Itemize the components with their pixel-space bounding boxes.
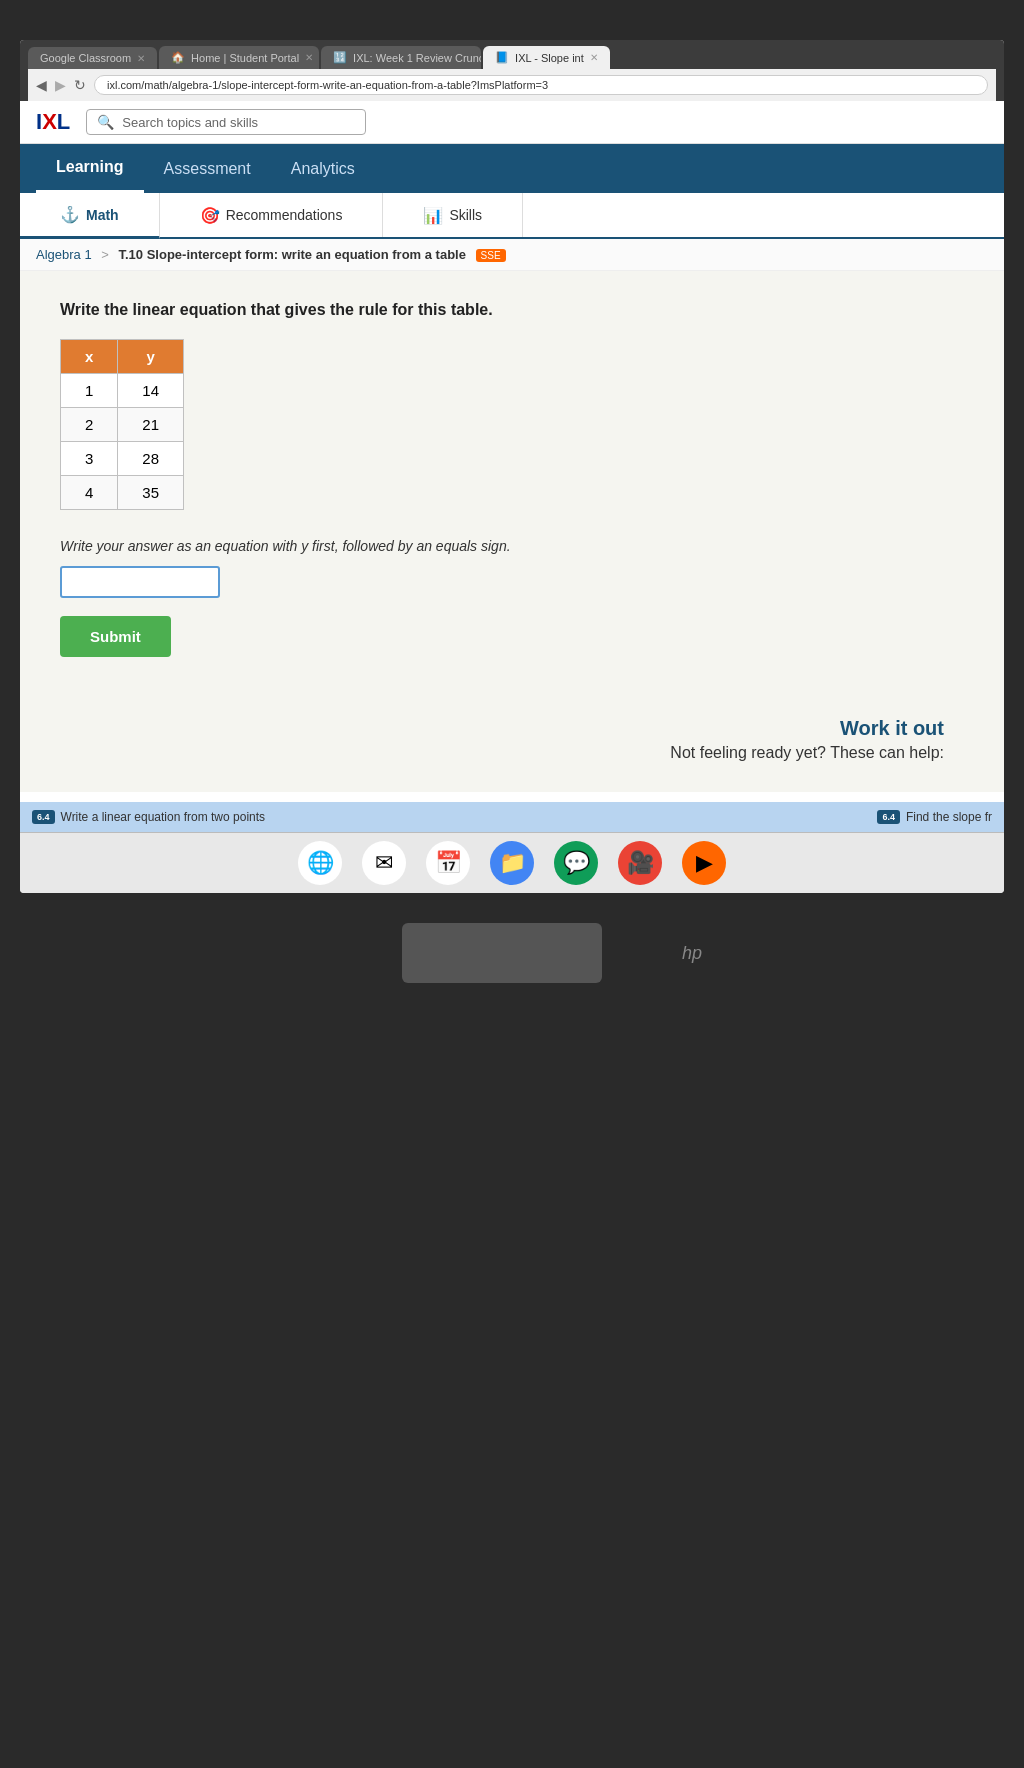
reload-icon[interactable]: ↻ (74, 77, 86, 93)
helper-bar: 6.4 Write a linear equation from two poi… (20, 802, 1004, 832)
work-it-out-title: Work it out (60, 717, 944, 740)
taskbar-mail-icon[interactable]: ✉ (362, 841, 406, 885)
nav-assessment[interactable]: Assessment (144, 146, 271, 192)
sub-nav: ⚓ Math 🎯 Recommendations 📊 Skills (20, 193, 1004, 239)
table-cell-y4: 35 (118, 476, 184, 510)
screen-area: Google Classroom ✕ 🏠 Home | Student Port… (20, 40, 1004, 893)
tab-recommendations[interactable]: 🎯 Recommendations (160, 193, 384, 237)
table-row: 1 14 (61, 374, 184, 408)
laptop-bezel: Google Classroom ✕ 🏠 Home | Student Port… (0, 0, 1024, 1768)
table-row: 2 21 (61, 408, 184, 442)
tab-ixl-review-icon: 🔢 (333, 51, 347, 64)
data-table: x y 1 14 2 21 3 (60, 339, 184, 510)
tab-classroom-close[interactable]: ✕ (137, 53, 145, 64)
tab-portal-icon: 🏠 (171, 51, 185, 64)
tab-ixl-review[interactable]: 🔢 IXL: Week 1 Review Crunchtime ✕ (321, 46, 481, 69)
hp-logo: hp (682, 943, 702, 964)
breadcrumb-tag: SSE (476, 249, 506, 262)
helper-item-2[interactable]: 6.4 Find the slope fr (877, 810, 992, 824)
tab-ixl-label: IXL - Slope int (515, 52, 584, 64)
address-bar[interactable]: ixl.com/math/algebra-1/slope-intercept-f… (94, 75, 988, 95)
table-cell-y1: 14 (118, 374, 184, 408)
breadcrumb-level2: T.10 Slope-intercept form: write an equa… (119, 247, 466, 262)
search-icon: 🔍 (97, 114, 114, 130)
answer-input[interactable] (60, 566, 220, 598)
math-icon: ⚓ (60, 205, 80, 224)
taskbar-meet-icon[interactable]: 🎥 (618, 841, 662, 885)
tab-portal[interactable]: 🏠 Home | Student Portal ✕ (159, 46, 319, 69)
browser-chrome: Google Classroom ✕ 🏠 Home | Student Port… (20, 40, 1004, 101)
main-nav: Learning Assessment Analytics (20, 144, 1004, 193)
tab-ixl-icon: 📘 (495, 51, 509, 64)
tab-classroom-label: Google Classroom (40, 52, 131, 64)
search-bar[interactable]: 🔍 Search topics and skills (86, 109, 366, 135)
tab-skills-label: Skills (449, 207, 482, 223)
table-header-x: x (61, 340, 118, 374)
work-it-out-subtitle: Not feeling ready yet? These can help: (60, 744, 944, 762)
helper-badge-1: 6.4 (32, 810, 55, 824)
url-text: ixl.com/math/algebra-1/slope-intercept-f… (107, 79, 548, 91)
helper-item-1[interactable]: 6.4 Write a linear equation from two poi… (32, 810, 265, 824)
table-cell-x3: 3 (61, 442, 118, 476)
table-row: 4 35 (61, 476, 184, 510)
nav-learning[interactable]: Learning (36, 144, 144, 193)
breadcrumb: Algebra 1 > T.10 Slope-intercept form: w… (20, 239, 1004, 271)
skills-icon: 📊 (423, 206, 443, 225)
main-content: Write the linear equation that gives the… (20, 271, 1004, 792)
table-row: 3 28 (61, 442, 184, 476)
helper-badge-2: 6.4 (877, 810, 900, 824)
back-icon[interactable]: ◀ (36, 77, 47, 93)
laptop-bottom-area: hp (20, 893, 1004, 1013)
taskbar-calendar-icon[interactable]: 📅 (426, 841, 470, 885)
tab-ixl-review-label: IXL: Week 1 Review Crunchtime (353, 52, 481, 64)
tab-math-label: Math (86, 207, 119, 223)
taskbar-play-icon[interactable]: ▶ (682, 841, 726, 885)
tab-classroom[interactable]: Google Classroom ✕ (28, 47, 157, 69)
taskbar-files-icon[interactable]: 📁 (490, 841, 534, 885)
ixl-header: IXL 🔍 Search topics and skills (20, 101, 1004, 144)
tab-math[interactable]: ⚓ Math (20, 193, 160, 239)
tab-portal-close[interactable]: ✕ (305, 52, 313, 63)
nav-analytics[interactable]: Analytics (271, 146, 375, 192)
tab-ixl-active[interactable]: 📘 IXL - Slope int ✕ (483, 46, 610, 69)
helper-label-2: Find the slope fr (906, 810, 992, 824)
table-cell-x1: 1 (61, 374, 118, 408)
taskbar-chrome-icon[interactable]: 🌐 (298, 841, 342, 885)
table-header-y: y (118, 340, 184, 374)
recommendations-icon: 🎯 (200, 206, 220, 225)
submit-button[interactable]: Submit (60, 616, 171, 657)
touchpad[interactable] (402, 923, 602, 983)
tab-recommendations-label: Recommendations (226, 207, 343, 223)
forward-icon[interactable]: ▶ (55, 77, 66, 93)
tab-skills[interactable]: 📊 Skills (383, 193, 523, 237)
tab-ixl-close[interactable]: ✕ (590, 52, 598, 63)
table-cell-y3: 28 (118, 442, 184, 476)
taskbar: 🌐 ✉ 📅 📁 💬 🎥 ▶ (20, 832, 1004, 893)
table-cell-x2: 2 (61, 408, 118, 442)
helper-label-1: Write a linear equation from two points (61, 810, 266, 824)
table-cell-x4: 4 (61, 476, 118, 510)
tab-bar: Google Classroom ✕ 🏠 Home | Student Port… (28, 46, 996, 69)
problem-prompt: Write the linear equation that gives the… (60, 301, 964, 319)
ixl-logo: IXL (36, 109, 70, 135)
answer-instruction: Write your answer as an equation with y … (60, 538, 964, 554)
breadcrumb-level1[interactable]: Algebra 1 (36, 247, 92, 262)
browser-toolbar: ◀ ▶ ↻ ixl.com/math/algebra-1/slope-inter… (28, 69, 996, 101)
search-input-placeholder: Search topics and skills (122, 115, 258, 130)
work-it-out-section: Work it out Not feeling ready yet? These… (60, 717, 964, 762)
taskbar-chat-icon[interactable]: 💬 (554, 841, 598, 885)
tab-portal-label: Home | Student Portal (191, 52, 299, 64)
ixl-app: IXL 🔍 Search topics and skills Learning … (20, 101, 1004, 832)
table-cell-y2: 21 (118, 408, 184, 442)
breadcrumb-separator: > (101, 247, 109, 262)
